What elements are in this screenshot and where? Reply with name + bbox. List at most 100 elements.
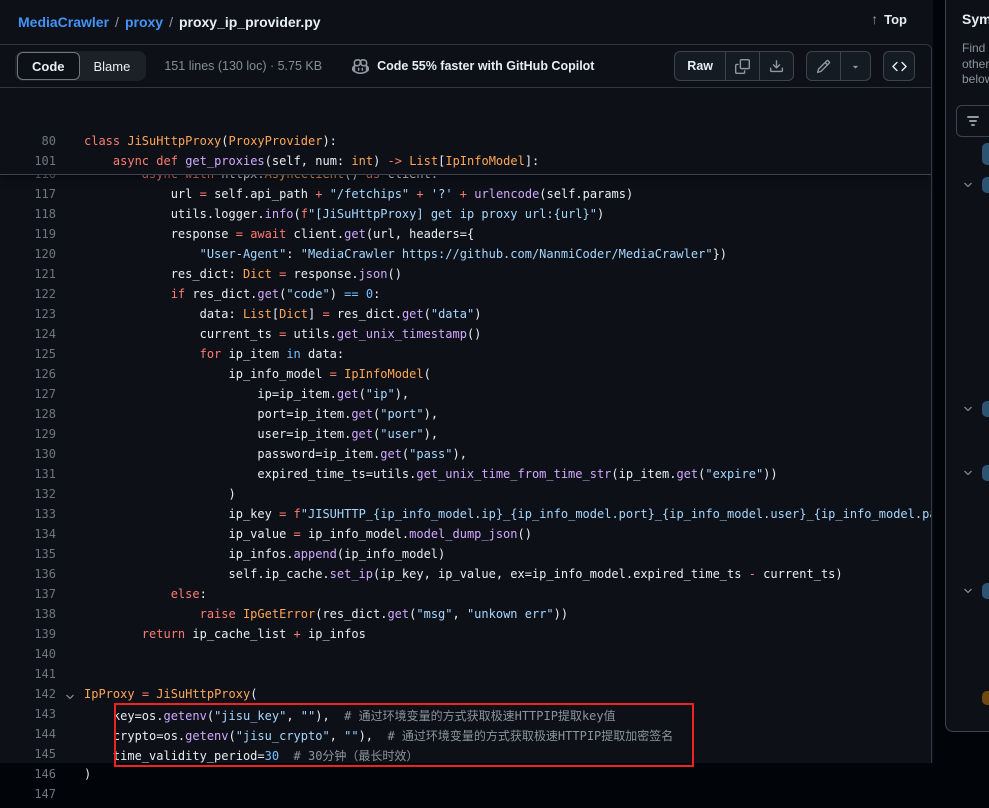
code-text: password=ip_item.get("pass"),	[84, 447, 931, 467]
pencil-icon	[816, 59, 831, 74]
back-to-top-button[interactable]: ↑ Top	[871, 11, 907, 27]
code-text: time_validity_period=30 # 30分钟（最长时效）	[84, 747, 931, 767]
line-number[interactable]: 121	[0, 267, 56, 287]
copilot-banner[interactable]: Code 55% faster with GitHub Copilot	[352, 58, 594, 75]
symbol-pill[interactable]	[982, 177, 989, 193]
line-number[interactable]: 120	[0, 247, 56, 267]
code-line-144: 144 crypto=os.getenv("jisu_crypto", ""),…	[0, 727, 931, 747]
symbol-pill[interactable]	[982, 583, 989, 599]
symbol-tree-row[interactable]	[962, 465, 989, 481]
tab-blame[interactable]: Blame	[80, 53, 145, 79]
symbol-pill[interactable]	[982, 465, 989, 481]
code-text: crypto=os.getenv("jisu_crypto", ""), # 通…	[84, 727, 931, 747]
file-container: Code Blame 151 lines (130 loc) · 5.75 KB…	[0, 44, 932, 763]
code-line-101: 101 async def get_proxies(self, num: int…	[0, 154, 931, 174]
line-number[interactable]: 119	[0, 227, 56, 247]
symbol-tree-row[interactable]	[962, 401, 989, 417]
line-number[interactable]: 145	[0, 747, 56, 767]
line-number[interactable]: 127	[0, 387, 56, 407]
code-line-80: 80class JiSuHttpProxy(ProxyProvider):	[0, 134, 931, 154]
code-line-124: 124 current_ts = utils.get_unix_timestam…	[0, 327, 931, 347]
line-number[interactable]: 141	[0, 667, 56, 687]
symbol-tree-row[interactable]	[962, 143, 989, 165]
chevron-down-icon[interactable]	[962, 585, 974, 597]
collapse-spacer	[56, 287, 84, 307]
symbol-pill[interactable]	[982, 401, 989, 417]
collapse-spacer	[56, 387, 84, 407]
code-line-123: 123 data: List[Dict] = res_dict.get("dat…	[0, 307, 931, 327]
edit-dropdown-button[interactable]	[841, 52, 870, 80]
symbol-tree-row[interactable]	[962, 691, 989, 705]
line-number[interactable]: 147	[0, 787, 56, 807]
line-number[interactable]: 122	[0, 287, 56, 307]
line-number[interactable]: 118	[0, 207, 56, 227]
collapse-chevron-icon[interactable]	[56, 687, 84, 707]
line-number[interactable]: 146	[0, 767, 56, 787]
code-line-140: 140	[0, 647, 931, 667]
code-text: ip_value = ip_info_model.model_dump_json…	[84, 527, 931, 547]
line-number[interactable]: 126	[0, 367, 56, 387]
chevron-down-icon[interactable]	[962, 467, 974, 479]
collapse-spacer	[56, 567, 84, 587]
breadcrumb-dir-link[interactable]: proxy	[125, 14, 163, 30]
line-number[interactable]: 129	[0, 427, 56, 447]
collapse-spacer	[56, 247, 84, 267]
symbols-panel: Symbols Find definitions and references …	[945, 0, 989, 732]
collapse-spacer	[56, 627, 84, 647]
edit-button-group	[806, 51, 871, 81]
symbol-pill[interactable]	[982, 143, 989, 165]
download-raw-button[interactable]	[760, 52, 793, 80]
line-number[interactable]: 101	[0, 154, 56, 174]
file-toolbar: Code Blame 151 lines (130 loc) · 5.75 KB…	[0, 45, 931, 88]
line-number[interactable]: 139	[0, 627, 56, 647]
code-text: user=ip_item.get("user"),	[84, 427, 931, 447]
line-number[interactable]: 131	[0, 467, 56, 487]
line-number[interactable]: 136	[0, 567, 56, 587]
breadcrumb-repo-link[interactable]: MediaCrawler	[18, 14, 109, 30]
line-number[interactable]: 130	[0, 447, 56, 467]
line-number[interactable]: 137	[0, 587, 56, 607]
filter-icon	[967, 116, 979, 126]
line-number[interactable]: 117	[0, 187, 56, 207]
line-number[interactable]: 144	[0, 727, 56, 747]
raw-button[interactable]: Raw	[675, 52, 726, 80]
line-number[interactable]: 138	[0, 607, 56, 627]
github-code-view: { "colors":{"keyword":"#ff7b72","string"…	[0, 0, 989, 763]
symbol-tree-row[interactable]	[962, 583, 989, 599]
line-number[interactable]: 134	[0, 527, 56, 547]
edit-file-button[interactable]	[807, 52, 841, 80]
line-number[interactable]: 132	[0, 487, 56, 507]
line-number[interactable]: 80	[0, 134, 56, 154]
line-number[interactable]: 125	[0, 347, 56, 367]
line-number[interactable]: 140	[0, 647, 56, 667]
back-to-top-label: Top	[884, 12, 907, 27]
copy-raw-button[interactable]	[726, 52, 760, 80]
code-text: expired_time_ts=utils.get_unix_time_from…	[84, 467, 931, 487]
chevron-down-icon[interactable]	[962, 403, 974, 415]
line-number[interactable]: 123	[0, 307, 56, 327]
code-text	[84, 647, 931, 667]
line-number[interactable]: 133	[0, 507, 56, 527]
code-line-119: 119 response = await client.get(url, hea…	[0, 227, 931, 247]
code-line-147: 147	[0, 787, 931, 807]
chevron-down-icon[interactable]	[962, 179, 974, 191]
collapse-spacer	[56, 507, 84, 527]
symbols-panel-toggle-button[interactable]	[883, 51, 915, 81]
line-number[interactable]: 128	[0, 407, 56, 427]
code-line-122: 122 if res_dict.get("code") == 0:	[0, 287, 931, 307]
tab-code[interactable]: Code	[17, 52, 80, 80]
collapse-spacer	[56, 787, 84, 807]
breadcrumb-separator: /	[163, 14, 179, 30]
code-line-120: 120 "User-Agent": "MediaCrawler https://…	[0, 247, 931, 267]
line-number[interactable]: 143	[0, 707, 56, 727]
symbols-panel-title: Symbols	[962, 11, 989, 27]
collapse-spacer	[56, 447, 84, 467]
code-text: data: List[Dict] = res_dict.get("data")	[84, 307, 931, 327]
symbol-pill[interactable]	[982, 691, 989, 705]
line-number[interactable]: 142	[0, 687, 56, 707]
collapse-spacer	[56, 707, 84, 727]
line-number[interactable]: 135	[0, 547, 56, 567]
line-number[interactable]: 124	[0, 327, 56, 347]
symbols-filter-input[interactable]	[956, 105, 989, 137]
symbol-tree-row[interactable]	[962, 177, 989, 193]
